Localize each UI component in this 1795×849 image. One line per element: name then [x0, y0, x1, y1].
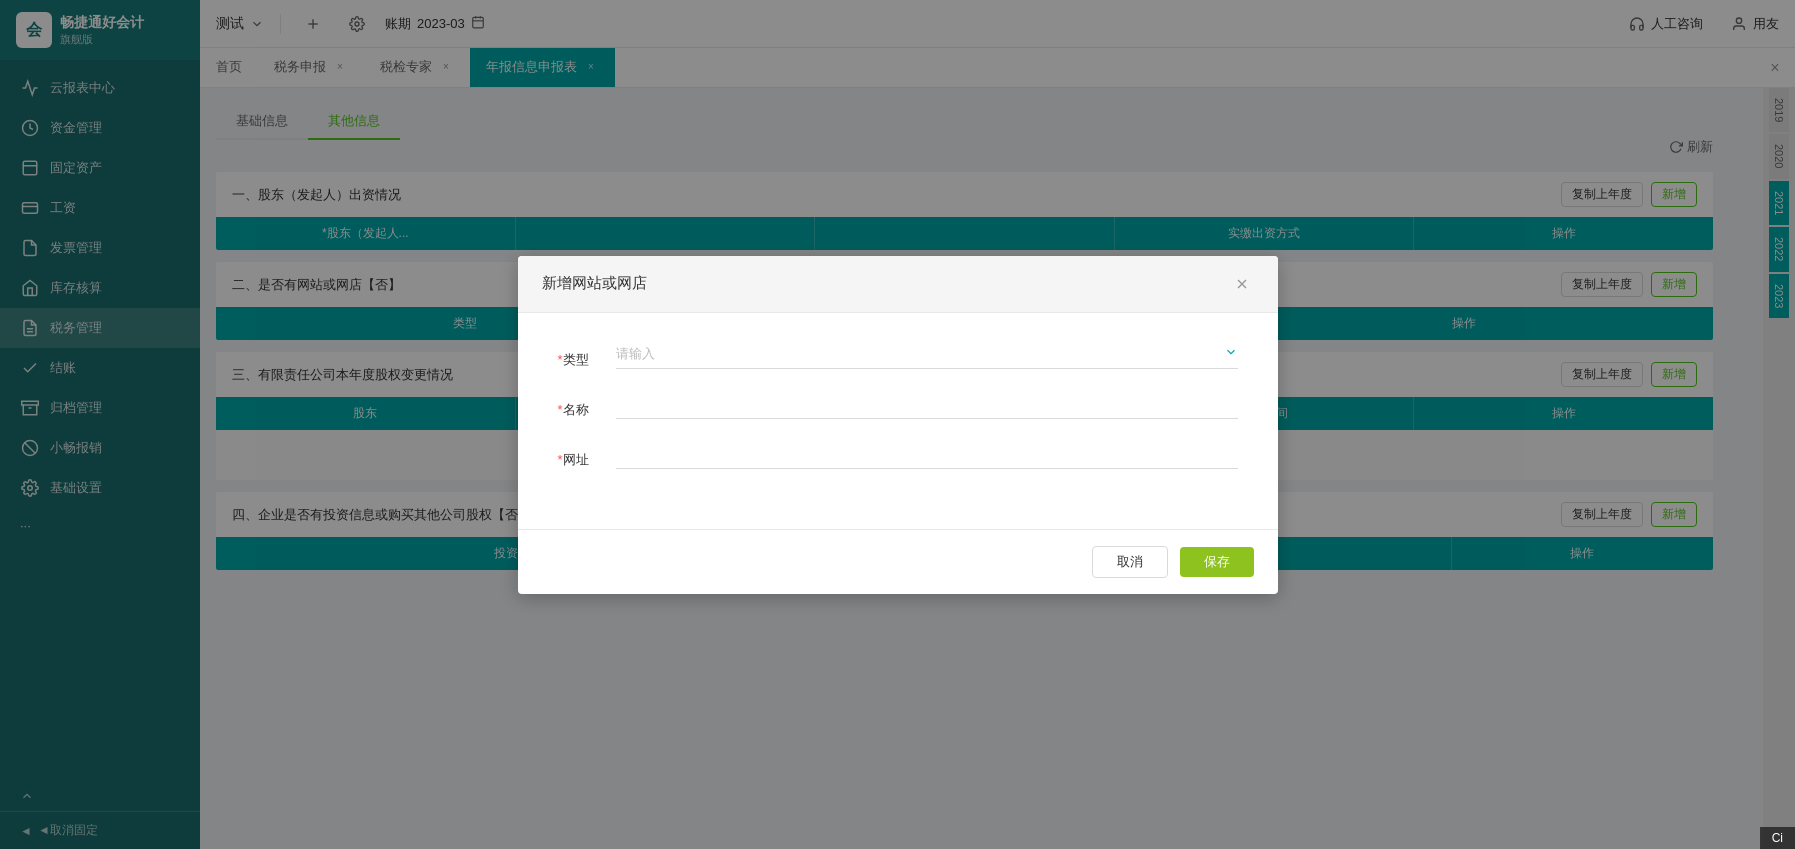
- close-icon: [1234, 276, 1250, 292]
- form-field-type: *类型: [558, 345, 1238, 369]
- required-star: *: [558, 402, 563, 417]
- modal-close-btn[interactable]: [1230, 272, 1254, 296]
- required-star: *: [558, 452, 563, 467]
- required-star: *: [558, 352, 563, 367]
- type-input[interactable]: [616, 346, 1224, 361]
- url-input[interactable]: [616, 447, 1238, 462]
- cancel-btn[interactable]: 取消: [1092, 546, 1168, 578]
- modal-header: 新增网站或网店: [518, 256, 1278, 313]
- bottom-brand: Ci: [1760, 827, 1795, 849]
- url-input-wrap: [616, 447, 1238, 469]
- save-btn[interactable]: 保存: [1180, 547, 1254, 577]
- form-field-name: *名称: [558, 397, 1238, 419]
- modal-title: 新增网站或网店: [542, 274, 647, 293]
- type-input-wrap: [616, 345, 1238, 369]
- modal-overlay: 新增网站或网店 *类型 *名称: [0, 0, 1795, 849]
- dropdown-arrow-icon[interactable]: [1224, 345, 1238, 362]
- modal-footer: 取消 保存: [518, 529, 1278, 594]
- form-label-url: *网址: [558, 451, 608, 469]
- form-label-name: *名称: [558, 401, 608, 419]
- modal-add-website: 新增网站或网店 *类型 *名称: [518, 256, 1278, 594]
- form-field-url: *网址: [558, 447, 1238, 469]
- modal-body: *类型 *名称 *: [518, 313, 1278, 529]
- name-input-wrap: [616, 397, 1238, 419]
- name-input[interactable]: [616, 397, 1238, 412]
- form-label-type: *类型: [558, 351, 608, 369]
